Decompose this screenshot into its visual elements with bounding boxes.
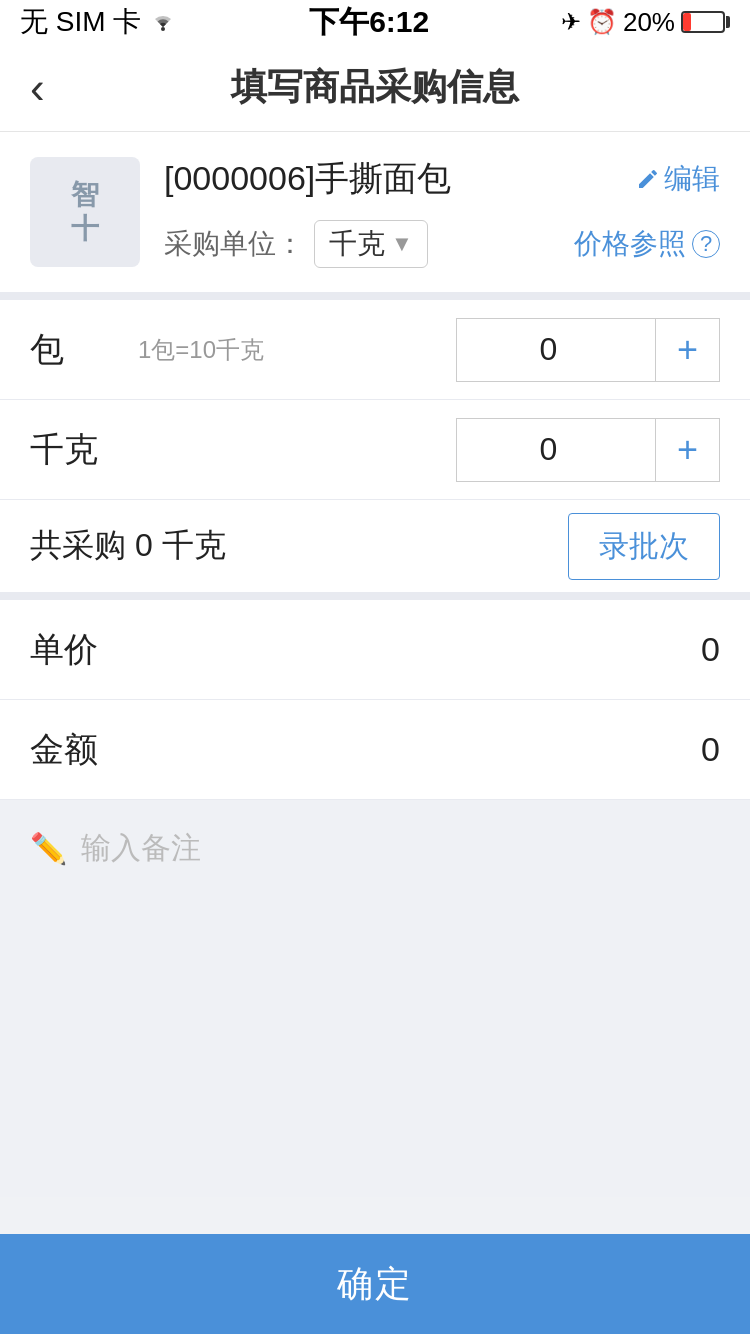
input-section: 包 1包=10千克 + 千克 + (0, 300, 750, 500)
kg-row: 千克 + (0, 400, 750, 500)
remark-section[interactable]: ✏️ 输入备注 (0, 800, 750, 897)
kg-label: 千克 (30, 427, 130, 473)
kg-controls: + (456, 418, 720, 482)
unit-select[interactable]: 千克 ▼ (314, 220, 428, 268)
carrier-text: 无 SIM 卡 (20, 3, 141, 41)
battery-percent: 20% (623, 7, 675, 38)
unit-price-label: 单价 (30, 627, 98, 673)
page-title: 填写商品采购信息 (231, 63, 519, 112)
bao-plus-button[interactable]: + (656, 318, 720, 382)
kg-input[interactable] (456, 418, 656, 482)
status-left: 无 SIM 卡 (20, 3, 177, 41)
amount-row: 金额 0 (0, 700, 750, 800)
bao-row: 包 1包=10千克 + (0, 300, 750, 400)
unit-price-row: 单价 0 (0, 600, 750, 700)
price-section: 单价 0 金额 0 (0, 600, 750, 800)
product-card: 智 十 [0000006]手撕面包 编辑 采购单位： 千克 ▼ (0, 132, 750, 300)
amount-value: 0 (701, 730, 720, 769)
unit-label: 采购单位： (164, 225, 304, 263)
unit-price-value: 0 (701, 630, 720, 669)
empty-space (0, 897, 750, 1197)
bao-input[interactable] (456, 318, 656, 382)
product-info: [0000006]手撕面包 编辑 采购单位： 千克 ▼ 价格参照 ? (164, 156, 720, 268)
product-unit-row: 采购单位： 千克 ▼ 价格参照 ? (164, 220, 720, 268)
wifi-icon (149, 6, 177, 38)
product-logo: 智 十 (71, 178, 99, 245)
summary-text: 共采购 0 千克 (30, 524, 226, 568)
status-time: 下午6:12 (309, 2, 429, 43)
status-bar: 无 SIM 卡 下午6:12 ✈ ⏰ 20% (0, 0, 750, 44)
product-image: 智 十 (30, 157, 140, 267)
bao-label: 包 (30, 327, 130, 373)
bao-controls: + (456, 318, 720, 382)
price-ref-button[interactable]: 价格参照 ? (574, 225, 720, 263)
bao-sub: 1包=10千克 (138, 334, 264, 366)
product-name: [0000006]手撕面包 (164, 156, 451, 202)
kg-plus-button[interactable]: + (656, 418, 720, 482)
back-button[interactable]: ‹ (30, 66, 45, 110)
location-icon: ✈ (561, 8, 581, 36)
remark-placeholder: 输入备注 (81, 828, 201, 869)
batch-button[interactable]: 录批次 (568, 513, 720, 580)
summary-row: 共采购 0 千克 录批次 (0, 500, 750, 600)
product-name-row: [0000006]手撕面包 编辑 (164, 156, 720, 202)
amount-label: 金额 (30, 727, 98, 773)
alarm-icon: ⏰ (587, 8, 617, 36)
help-icon: ? (692, 230, 720, 258)
nav-bar: ‹ 填写商品采购信息 (0, 44, 750, 132)
svg-point-0 (161, 27, 165, 31)
confirm-button[interactable]: 确定 (0, 1234, 750, 1334)
pencil-icon: ✏️ (30, 831, 67, 866)
edit-button[interactable]: 编辑 (636, 160, 720, 198)
battery-icon (681, 11, 730, 33)
chevron-down-icon: ▼ (391, 231, 413, 257)
status-right: ✈ ⏰ 20% (561, 7, 730, 38)
